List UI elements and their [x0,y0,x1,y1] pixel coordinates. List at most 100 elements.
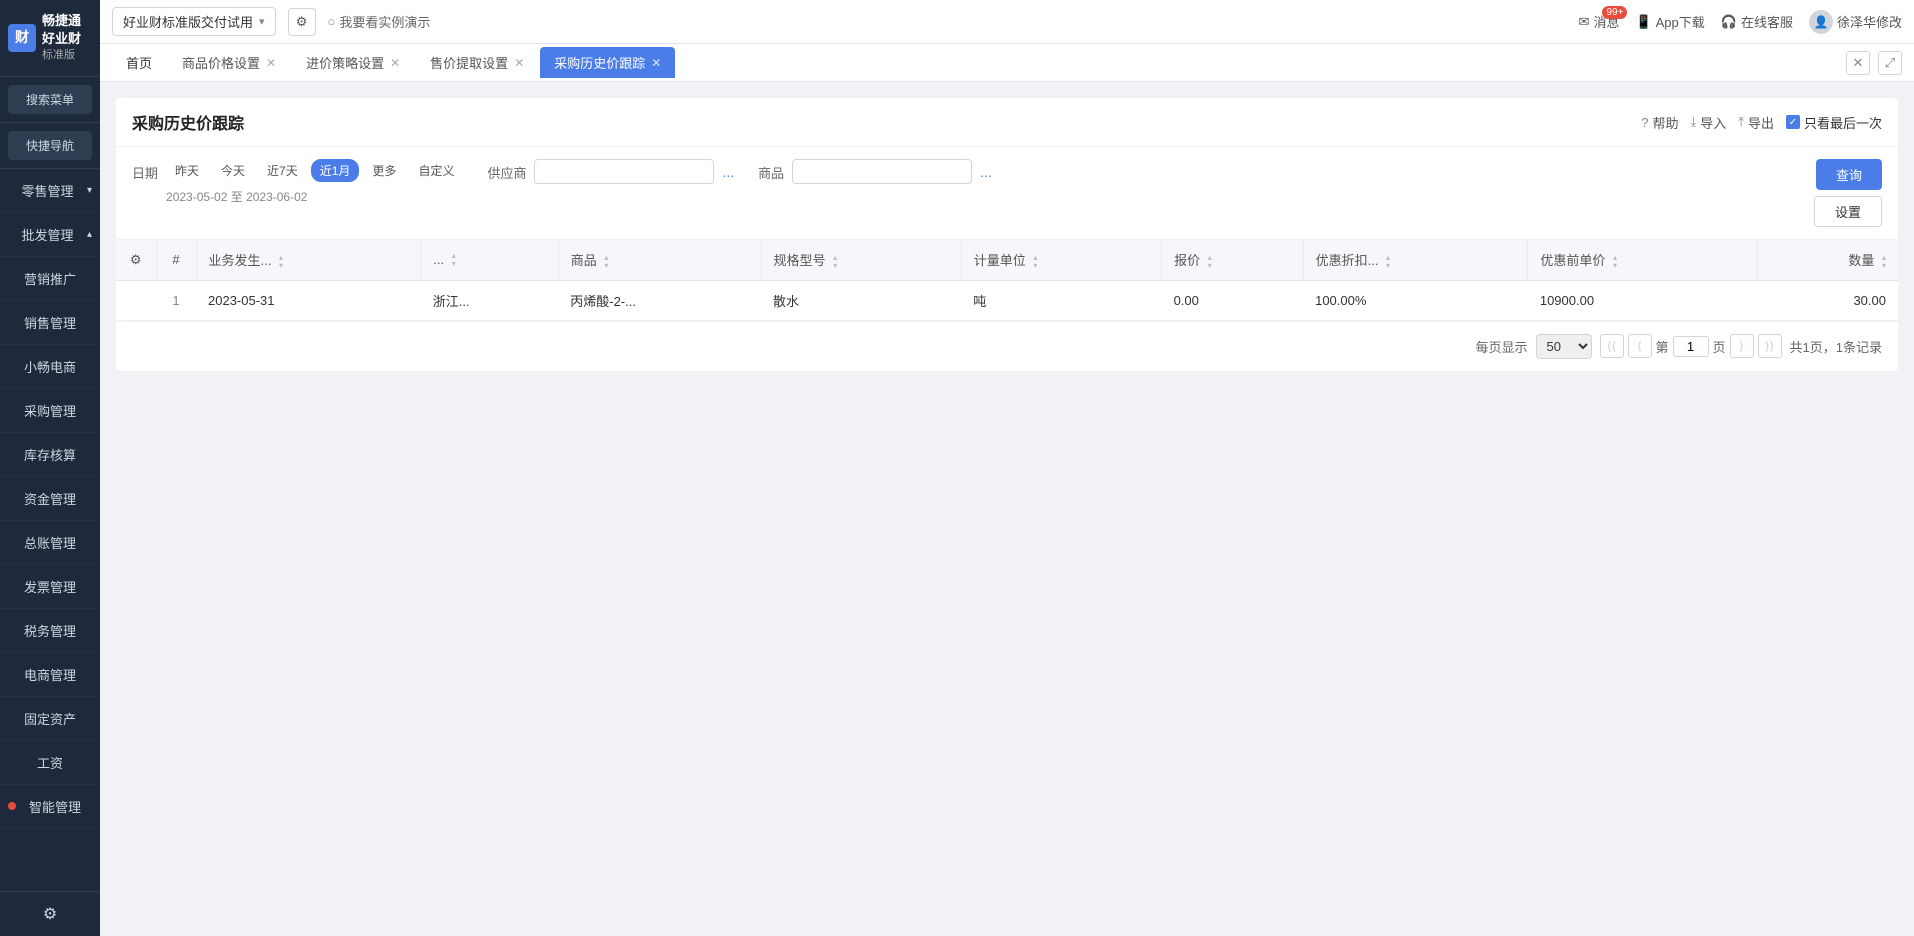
sidebar-item-marketing[interactable]: 营销推广 [0,257,100,301]
tab-home[interactable]: 首页 [112,47,166,78]
col-ori-price[interactable]: 优惠前单价 ▴▾ [1528,240,1758,280]
sidebar-item-tax[interactable]: 税务管理 [0,609,100,653]
date-today[interactable]: 今天 [212,159,254,182]
main-area: 好业财标准版交付试用 ▾ ⚙ ○ 我要看实例演示 ✉ 消息 99+ 📱 App下… [100,0,1914,936]
per-page-select[interactable]: 50 100 200 [1536,334,1592,359]
user-button[interactable]: 👤 徐泽华修改 [1809,10,1902,34]
next-page-button[interactable]: ⟩ [1730,334,1754,358]
tab-purchase-history[interactable]: 采购历史价跟踪 ✕ [540,47,675,78]
sidebar-item-finance[interactable]: 资金管理 [0,477,100,521]
export-label: 导出 [1748,113,1774,132]
date-more[interactable]: 更多 [363,159,405,182]
pagination: 每页显示 50 100 200 ⟨⟨ ⟨ 第 页 ⟩ ⟩⟩ 共1页，1条记录 [116,321,1898,371]
col-discount[interactable]: 优惠折扣... ▴▾ [1303,240,1528,280]
total-info: 共1页，1条记录 [1790,337,1882,356]
help-button[interactable]: ? 帮助 [1641,113,1678,132]
date-7days[interactable]: 近7天 [258,159,307,182]
sidebar-item-ledger[interactable]: 总账管理 [0,521,100,565]
sidebar-item-salary[interactable]: 工资 [0,741,100,785]
row-spec: 散水 [761,280,961,320]
col-qty[interactable]: 数量 ▴▾ [1758,240,1899,280]
col-goods[interactable]: 商品 ▴▾ [558,240,761,280]
date-1month[interactable]: 近1月 [311,159,360,182]
service-label: 在线客服 [1741,12,1793,31]
content-area: 采购历史价跟踪 ? 帮助 ⤓ 导入 ⤒ 导出 ✓ [100,82,1914,936]
last-page-button[interactable]: ⟩⟩ [1758,334,1782,358]
import-button[interactable]: ⤓ 导入 [1690,113,1726,132]
app-download-button[interactable]: 📱 App下载 [1635,12,1704,31]
tab-goods-price-label: 商品价格设置 [182,53,260,72]
row-ori-price: 10900.00 [1528,280,1758,320]
help-label: 帮助 [1652,113,1678,132]
sidebar-item-wholesale[interactable]: 批发管理 ▴ [0,213,100,257]
supplier-input[interactable] [534,159,714,184]
goods-input[interactable] [792,159,972,184]
col-date[interactable]: 业务发生... ▴▾ [196,240,421,280]
sidebar-item-ecommerce[interactable]: 电商管理 [0,653,100,697]
prev-page-button[interactable]: ⟨ [1628,334,1652,358]
tab-goods-price[interactable]: 商品价格设置 ✕ [168,47,290,78]
sidebar-item-marketing-label: 营销推广 [8,269,92,288]
tab-goods-price-close[interactable]: ✕ [266,56,276,70]
settings-icon-button[interactable]: ⚙ [288,8,316,36]
gear-icon[interactable]: ⚙ [43,906,57,923]
sidebar-item-ecommerce-small-label: 小畅电商 [8,357,92,376]
sort-icon-unit: ▴▾ [1033,254,1037,270]
sidebar-item-ecommerce-small[interactable]: 小畅电商 [0,345,100,389]
col-price[interactable]: 报价 ▴▾ [1162,240,1304,280]
date-yesterday[interactable]: 昨天 [166,159,208,182]
service-button[interactable]: 🎧 在线客服 [1721,12,1793,31]
sidebar-item-inventory[interactable]: 库存核算 [0,433,100,477]
only-last-label: 只看最后一次 [1804,113,1882,132]
sidebar: 财 畅捷通好业财 标准版 搜索菜单 快捷导航 零售管理 ▾ 批发管理 ▴ 营销推… [0,0,100,936]
date-custom[interactable]: 自定义 [409,159,463,182]
sidebar-item-ecommerce-label: 电商管理 [8,665,92,684]
expand-button[interactable]: ⤢ [1878,51,1902,75]
sidebar-item-assets[interactable]: 固定资产 [0,697,100,741]
app-label: App下载 [1656,12,1705,31]
only-last-checkbox[interactable]: ✓ 只看最后一次 [1786,113,1882,132]
sidebar-item-purchase[interactable]: 采购管理 [0,389,100,433]
supplier-input-group: ... [534,159,734,184]
page-input[interactable] [1673,336,1709,357]
sort-icon-discount: ▴▾ [1386,254,1390,270]
smart-dot [8,802,16,810]
sidebar-item-invoice[interactable]: 发票管理 [0,565,100,609]
goods-dots-button[interactable]: ... [980,164,992,180]
filter-settings-button[interactable]: 设置 [1814,196,1882,227]
export-icon: ⤒ [1738,114,1744,130]
close-tab-button[interactable]: ✕ [1846,51,1870,75]
search-menu-button[interactable]: 搜索菜单 [8,85,92,114]
sidebar-item-sales[interactable]: 销售管理 [0,301,100,345]
sidebar-item-smart[interactable]: 智能管理 [0,785,100,829]
avatar: 👤 [1809,10,1833,34]
sidebar-item-retail[interactable]: 零售管理 ▾ [0,169,100,213]
demo-link[interactable]: ○ 我要看实例演示 [328,12,431,31]
query-button[interactable]: 查询 [1816,159,1882,190]
message-button[interactable]: ✉ 消息 99+ [1579,12,1620,31]
tab-price-extract-close[interactable]: ✕ [514,56,524,70]
col-more[interactable]: ... ▴▾ [421,240,558,280]
version-selector[interactable]: 好业财标准版交付试用 ▾ [112,7,276,36]
quicknav-button[interactable]: 快捷导航 [8,131,92,160]
sidebar-item-sales-label: 销售管理 [8,313,92,332]
supplier-dots-button[interactable]: ... [722,164,734,180]
play-icon: ○ [328,14,336,29]
sidebar-item-retail-label: 零售管理 [8,181,87,200]
app-name: 畅捷通好业财 [42,12,92,48]
tab-price-extract[interactable]: 售价提取设置 ✕ [416,47,538,78]
export-button[interactable]: ⤒ 导出 [1738,113,1774,132]
sort-icon-more: ▴▾ [452,252,456,268]
date-filter-options: 昨天 今天 近7天 近1月 更多 自定义 2023-05-02 至 2023-0… [166,159,463,205]
help-icon: ? [1641,115,1648,130]
sort-icon-price: ▴▾ [1208,254,1212,270]
sidebar-bottom: ⚙ [0,891,100,936]
tab-purchase-strategy[interactable]: 进价策略设置 ✕ [292,47,414,78]
col-spec[interactable]: 规格型号 ▴▾ [761,240,961,280]
topbar-right: ✉ 消息 99+ 📱 App下载 🎧 在线客服 👤 徐泽华修改 [1579,10,1902,34]
col-unit[interactable]: 计量单位 ▴▾ [961,240,1161,280]
tab-purchase-history-close[interactable]: ✕ [651,56,661,70]
tab-purchase-strategy-close[interactable]: ✕ [390,56,400,70]
sort-icon-qty: ▴▾ [1882,254,1886,270]
first-page-button[interactable]: ⟨⟨ [1600,334,1624,358]
